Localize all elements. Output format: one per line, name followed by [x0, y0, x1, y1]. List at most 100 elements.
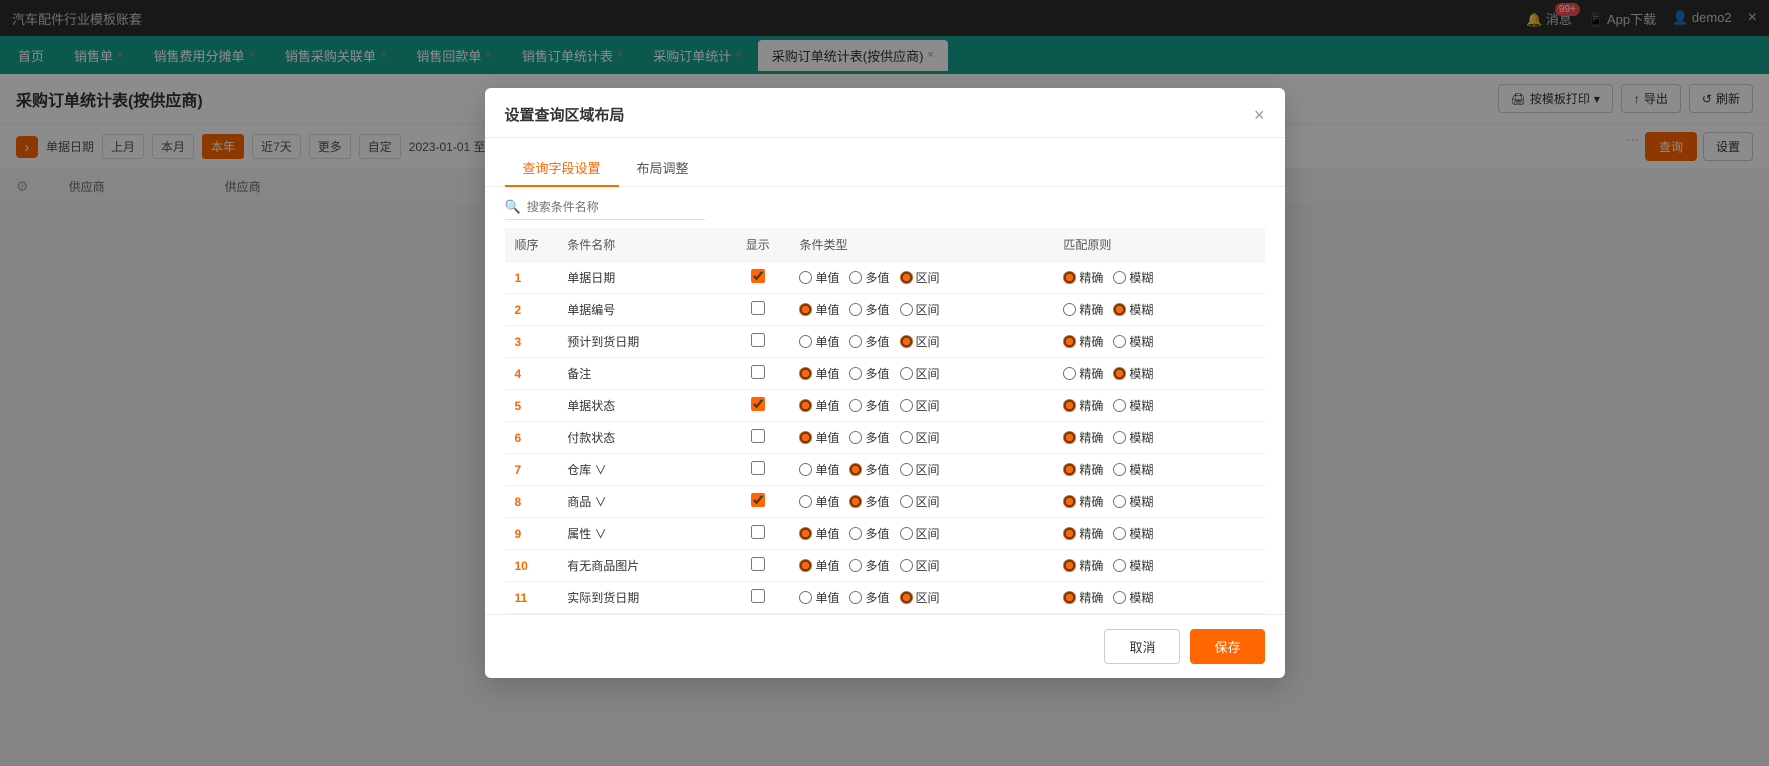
match-radio-模糊[interactable]: 模糊	[1113, 461, 1153, 478]
type-radio-区间[interactable]: 区间	[900, 589, 940, 606]
match-radio-精确[interactable]: 精确	[1063, 557, 1103, 574]
type-radio-多值[interactable]: 多值	[849, 333, 889, 350]
dialog-overlay: 设置查询区域布局 × 查询字段设置 布局调整 🔍 顺序	[0, 0, 1769, 766]
match-radio-模糊[interactable]: 模糊	[1113, 557, 1153, 574]
type-radio-多值[interactable]: 多值	[849, 397, 889, 414]
show-checkbox[interactable]	[751, 397, 765, 411]
table-row: 7仓库 ∨单值多值区间精确模糊	[505, 454, 1265, 486]
match-radio-模糊[interactable]: 模糊	[1113, 525, 1153, 542]
show-checkbox[interactable]	[751, 525, 765, 539]
type-radio-区间[interactable]: 区间	[900, 557, 940, 574]
type-radio-单值[interactable]: 单值	[799, 333, 839, 350]
show-checkbox[interactable]	[751, 461, 765, 475]
row-show-cell	[726, 550, 789, 582]
dialog-close-button[interactable]: ×	[1254, 106, 1265, 124]
match-radio-精确[interactable]: 精确	[1063, 333, 1103, 350]
show-checkbox[interactable]	[751, 365, 765, 379]
col-header-show: 显示	[726, 228, 789, 262]
match-radio-模糊[interactable]: 模糊	[1113, 301, 1153, 318]
type-radio-多值[interactable]: 多值	[849, 589, 889, 606]
type-radio-单值[interactable]: 单值	[799, 429, 839, 446]
row-show-cell	[726, 358, 789, 390]
type-radio-多值[interactable]: 多值	[849, 269, 889, 286]
match-radio-精确[interactable]: 精确	[1063, 461, 1103, 478]
match-radio-精确[interactable]: 精确	[1063, 365, 1103, 382]
type-radio-区间[interactable]: 区间	[900, 429, 940, 446]
match-radio-模糊[interactable]: 模糊	[1113, 493, 1153, 510]
row-match-cell: 精确模糊	[1053, 262, 1264, 294]
show-checkbox[interactable]	[751, 589, 765, 603]
type-radio-区间[interactable]: 区间	[900, 269, 940, 286]
row-show-cell	[726, 486, 789, 518]
row-name: 属性 ∨	[557, 518, 726, 550]
type-radio-区间[interactable]: 区间	[900, 461, 940, 478]
table-row: 10有无商品图片单值多值区间精确模糊	[505, 550, 1265, 582]
match-radio-模糊[interactable]: 模糊	[1113, 365, 1153, 382]
row-show-cell	[726, 454, 789, 486]
type-radio-多值[interactable]: 多值	[849, 557, 889, 574]
type-radio-单值[interactable]: 单值	[799, 493, 839, 510]
row-match-cell: 精确模糊	[1053, 486, 1264, 518]
match-radio-模糊[interactable]: 模糊	[1113, 429, 1153, 446]
type-radio-单值[interactable]: 单值	[799, 301, 839, 318]
match-radio-精确[interactable]: 精确	[1063, 429, 1103, 446]
row-match-cell: 精确模糊	[1053, 518, 1264, 550]
type-radio-区间[interactable]: 区间	[900, 493, 940, 510]
match-radio-精确[interactable]: 精确	[1063, 301, 1103, 318]
search-input[interactable]	[527, 200, 687, 214]
col-header-order: 顺序	[505, 228, 558, 262]
match-radio-模糊[interactable]: 模糊	[1113, 269, 1153, 286]
type-radio-多值[interactable]: 多值	[849, 493, 889, 510]
dialog-header: 设置查询区域布局 ×	[485, 88, 1285, 138]
type-radio-区间[interactable]: 区间	[900, 301, 940, 318]
type-radio-单值[interactable]: 单值	[799, 525, 839, 542]
row-order: 8	[505, 486, 558, 518]
show-checkbox[interactable]	[751, 557, 765, 571]
type-radio-单值[interactable]: 单值	[799, 557, 839, 574]
row-name: 有无商品图片	[557, 550, 726, 582]
row-show-cell	[726, 326, 789, 358]
col-header-match: 匹配原则	[1053, 228, 1264, 262]
row-match-cell: 精确模糊	[1053, 326, 1264, 358]
show-checkbox[interactable]	[751, 269, 765, 283]
row-type-cell: 单值多值区间	[789, 454, 1053, 486]
type-radio-区间[interactable]: 区间	[900, 397, 940, 414]
match-radio-模糊[interactable]: 模糊	[1113, 333, 1153, 350]
match-radio-精确[interactable]: 精确	[1063, 269, 1103, 286]
type-radio-多值[interactable]: 多值	[849, 525, 889, 542]
match-radio-模糊[interactable]: 模糊	[1113, 397, 1153, 414]
type-radio-单值[interactable]: 单值	[799, 461, 839, 478]
row-match-cell: 精确模糊	[1053, 358, 1264, 390]
match-radio-精确[interactable]: 精确	[1063, 525, 1103, 542]
match-radio-精确[interactable]: 精确	[1063, 493, 1103, 510]
table-row: 3预计到货日期单值多值区间精确模糊	[505, 326, 1265, 358]
type-radio-多值[interactable]: 多值	[849, 301, 889, 318]
show-checkbox[interactable]	[751, 301, 765, 315]
row-type-cell: 单值多值区间	[789, 582, 1053, 614]
type-radio-单值[interactable]: 单值	[799, 397, 839, 414]
tab-query-fields[interactable]: 查询字段设置	[505, 150, 619, 187]
save-button[interactable]: 保存	[1190, 629, 1264, 664]
type-radio-多值[interactable]: 多值	[849, 365, 889, 382]
type-radio-区间[interactable]: 区间	[900, 525, 940, 542]
type-radio-单值[interactable]: 单值	[799, 365, 839, 382]
match-radio-模糊[interactable]: 模糊	[1113, 589, 1153, 606]
show-checkbox[interactable]	[751, 333, 765, 347]
type-radio-多值[interactable]: 多值	[849, 429, 889, 446]
row-type-cell: 单值多值区间	[789, 550, 1053, 582]
type-radio-区间[interactable]: 区间	[900, 333, 940, 350]
row-name: 仓库 ∨	[557, 454, 726, 486]
cancel-button[interactable]: 取消	[1104, 629, 1180, 664]
show-checkbox[interactable]	[751, 493, 765, 507]
match-radio-精确[interactable]: 精确	[1063, 397, 1103, 414]
type-radio-多值[interactable]: 多值	[849, 461, 889, 478]
match-radio-精确[interactable]: 精确	[1063, 589, 1103, 606]
row-order: 11	[505, 582, 558, 614]
show-checkbox[interactable]	[751, 429, 765, 443]
type-radio-区间[interactable]: 区间	[900, 365, 940, 382]
type-radio-单值[interactable]: 单值	[799, 269, 839, 286]
tab-layout-adjust[interactable]: 布局调整	[619, 150, 707, 187]
row-name: 备注	[557, 358, 726, 390]
type-radio-单值[interactable]: 单值	[799, 589, 839, 606]
dialog-footer: 取消 保存	[485, 614, 1285, 678]
